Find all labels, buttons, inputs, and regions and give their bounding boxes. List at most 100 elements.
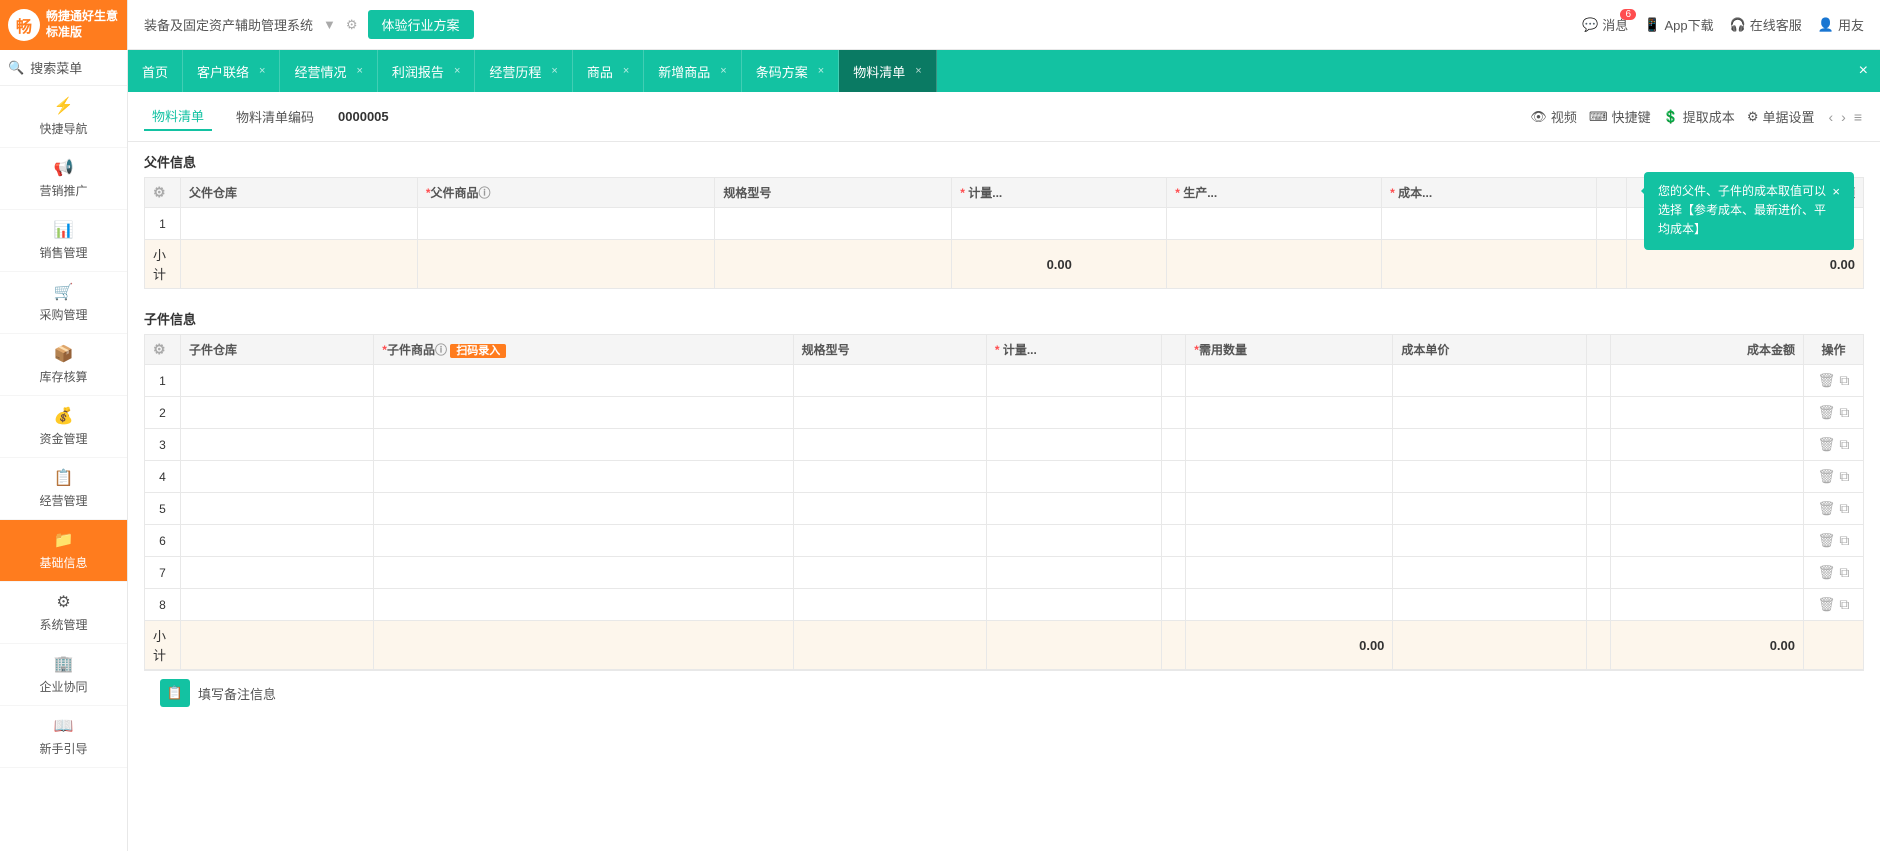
parent-row-1-spec[interactable] xyxy=(715,208,952,240)
child-row-5-delete-icon[interactable]: 🗑 xyxy=(1818,500,1836,517)
notification-button[interactable]: 💬 6 消息 xyxy=(1582,15,1628,34)
tab-close-profit[interactable]: × xyxy=(454,65,460,77)
view-icon: 👁 xyxy=(1530,109,1547,125)
close-all-button[interactable]: × xyxy=(1855,58,1872,84)
tab-bom[interactable]: 物料清单 × xyxy=(839,50,936,92)
child-col-sort xyxy=(1162,335,1186,365)
trial-button[interactable]: 体验行业方案 xyxy=(368,10,474,39)
nav-prev-button[interactable]: ‹ xyxy=(1826,107,1835,127)
tab-customer[interactable]: 客户联络 × xyxy=(183,50,280,92)
child-row-1-unit-cost[interactable] xyxy=(1393,365,1586,397)
sidebar-item-system[interactable]: ⚙ 系统管理 xyxy=(0,582,127,644)
tab-close-bom[interactable]: × xyxy=(915,65,921,77)
sub-nav-bom-list[interactable]: 物料清单 xyxy=(144,102,212,131)
sidebar-item-guide[interactable]: 📖 新手引导 xyxy=(0,706,127,768)
scan-input-button[interactable]: 扫码录入 xyxy=(450,344,506,358)
sidebar-item-inventory[interactable]: 📦 库存核算 xyxy=(0,334,127,396)
tab-close-new-goods[interactable]: × xyxy=(720,65,726,77)
tab-history[interactable]: 经营历程 × xyxy=(475,50,572,92)
view-button[interactable]: 👁 视频 xyxy=(1530,107,1577,126)
tab-close-barcode[interactable]: × xyxy=(818,65,824,77)
child-section-title: 子件信息 xyxy=(144,299,1864,334)
child-row-7-delete-icon[interactable]: 🗑 xyxy=(1818,564,1836,581)
bottom-note-icon[interactable]: 📋 xyxy=(160,679,190,707)
tab-operations[interactable]: 经营情况 × xyxy=(280,50,377,92)
sub-header-right: 👁 视频 ⌨ 快捷键 💲 提取成本 ⚙ 单据设置 ‹ › xyxy=(1530,107,1864,127)
child-row-1-needed[interactable] xyxy=(1186,365,1393,397)
shortcut-button[interactable]: ⌨ 快捷键 xyxy=(1589,107,1651,126)
user-avatar[interactable]: 👤 用友 xyxy=(1818,15,1864,34)
parent-row-1-production[interactable] xyxy=(1167,208,1382,240)
nav-next-button[interactable]: › xyxy=(1839,107,1848,127)
child-row-1-product[interactable] xyxy=(374,365,793,397)
parent-col-sort xyxy=(1597,178,1627,208)
tab-profit[interactable]: 利润报告 × xyxy=(378,50,475,92)
child-col-cost-amount: 成本金额 xyxy=(1610,335,1803,365)
child-row-8-copy-icon[interactable]: ⧉ xyxy=(1839,596,1849,613)
tooltip-close-button[interactable]: × xyxy=(1832,182,1840,203)
child-row-1-spec[interactable] xyxy=(793,365,986,397)
parent-row-1-cost[interactable] xyxy=(1382,208,1597,240)
child-row-1-delete-icon[interactable]: 🗑 xyxy=(1818,372,1836,389)
child-row-1: 1 🗑 ⧉ xyxy=(145,365,1864,397)
parent-settings-gear-icon[interactable]: ⚙ xyxy=(153,184,166,200)
child-row-6-copy-icon[interactable]: ⧉ xyxy=(1839,532,1849,549)
child-row-1-quantity[interactable] xyxy=(986,365,1161,397)
sidebar-item-finance[interactable]: 💰 资金管理 xyxy=(0,396,127,458)
parent-row-1-warehouse[interactable] xyxy=(181,208,418,240)
sidebar-item-purchase[interactable]: 🛒 采购管理 xyxy=(0,272,127,334)
child-row-2-spec[interactable] xyxy=(793,397,986,429)
dropdown-arrow-icon: ▼ xyxy=(323,17,336,32)
child-row-2-product[interactable] xyxy=(374,397,793,429)
tab-home[interactable]: 首页 xyxy=(128,50,183,92)
content-area: 物料清单 物料清单编码 0000005 👁 视频 ⌨ 快捷键 💲 提取成本 xyxy=(128,92,1880,851)
child-row-7: 7 🗑 ⧉ xyxy=(145,557,1864,589)
child-row-1-warehouse[interactable] xyxy=(181,365,374,397)
inventory-icon: 📦 xyxy=(54,344,74,364)
child-col-unit-cost: 成本单价 xyxy=(1393,335,1586,365)
sidebar-item-enterprise[interactable]: 🏢 企业协同 xyxy=(0,644,127,706)
search-menu[interactable]: 🔍 搜索菜单 xyxy=(0,50,127,86)
child-row-2-unit-cost[interactable] xyxy=(1393,397,1586,429)
tab-barcode[interactable]: 条码方案 × xyxy=(742,50,839,92)
tab-close-customer[interactable]: × xyxy=(259,65,265,77)
child-row-4-delete-icon[interactable]: 🗑 xyxy=(1818,468,1836,485)
tab-close-goods[interactable]: × xyxy=(623,65,629,77)
app-download-button[interactable]: 📱 App下载 xyxy=(1644,15,1713,34)
extract-cost-button[interactable]: 💲 提取成本 xyxy=(1663,107,1735,126)
child-row-1-copy-icon[interactable]: ⧉ xyxy=(1839,372,1849,389)
sidebar-item-basic-info[interactable]: 📁 基础信息 xyxy=(0,520,127,582)
online-service-button[interactable]: 🎧 在线客服 xyxy=(1730,15,1802,34)
child-col-warehouse: 子件仓库 xyxy=(181,335,374,365)
child-row-6-delete-icon[interactable]: 🗑 xyxy=(1818,532,1836,549)
nav-more-button[interactable]: ≡ xyxy=(1852,107,1864,127)
doc-settings-button[interactable]: ⚙ 单据设置 xyxy=(1747,107,1815,126)
child-row-8-delete-icon[interactable]: 🗑 xyxy=(1818,596,1836,613)
tab-close-operations[interactable]: × xyxy=(356,65,362,77)
parent-subtotal-quantity: 0.00 xyxy=(952,240,1167,289)
tab-close-history[interactable]: × xyxy=(551,65,557,77)
child-row-2-needed[interactable] xyxy=(1186,397,1393,429)
child-row-3-copy-icon[interactable]: ⧉ xyxy=(1839,436,1849,453)
sidebar-item-sales[interactable]: 📊 销售管理 xyxy=(0,210,127,272)
bottom-bar: 📋 填写备注信息 xyxy=(144,670,1864,715)
child-row-2-copy-icon[interactable]: ⧉ xyxy=(1839,404,1849,421)
child-settings-gear-icon[interactable]: ⚙ xyxy=(153,341,166,357)
sidebar-item-quick-nav[interactable]: ⚡ 快捷导航 xyxy=(0,86,127,148)
sidebar-item-operations[interactable]: 📋 经营管理 xyxy=(0,458,127,520)
sidebar-item-marketing[interactable]: 📢 营销推广 xyxy=(0,148,127,210)
settings-icon[interactable]: ⚙ xyxy=(346,17,358,33)
parent-row-1-product[interactable] xyxy=(417,208,715,240)
child-row-5-copy-icon[interactable]: ⧉ xyxy=(1839,500,1849,517)
child-col-action: 操作 xyxy=(1804,335,1864,365)
child-row-2-quantity[interactable] xyxy=(986,397,1161,429)
tab-goods[interactable]: 商品 × xyxy=(573,50,644,92)
parent-row-1-quantity[interactable] xyxy=(952,208,1167,240)
marketing-icon: 📢 xyxy=(54,158,74,178)
child-row-2-delete-icon[interactable]: 🗑 xyxy=(1818,404,1836,421)
child-row-3-delete-icon[interactable]: 🗑 xyxy=(1818,436,1836,453)
tab-new-goods[interactable]: 新增商品 × xyxy=(644,50,741,92)
child-row-2-warehouse[interactable] xyxy=(181,397,374,429)
child-row-4-copy-icon[interactable]: ⧉ xyxy=(1839,468,1849,485)
child-row-7-copy-icon[interactable]: ⧉ xyxy=(1839,564,1849,581)
